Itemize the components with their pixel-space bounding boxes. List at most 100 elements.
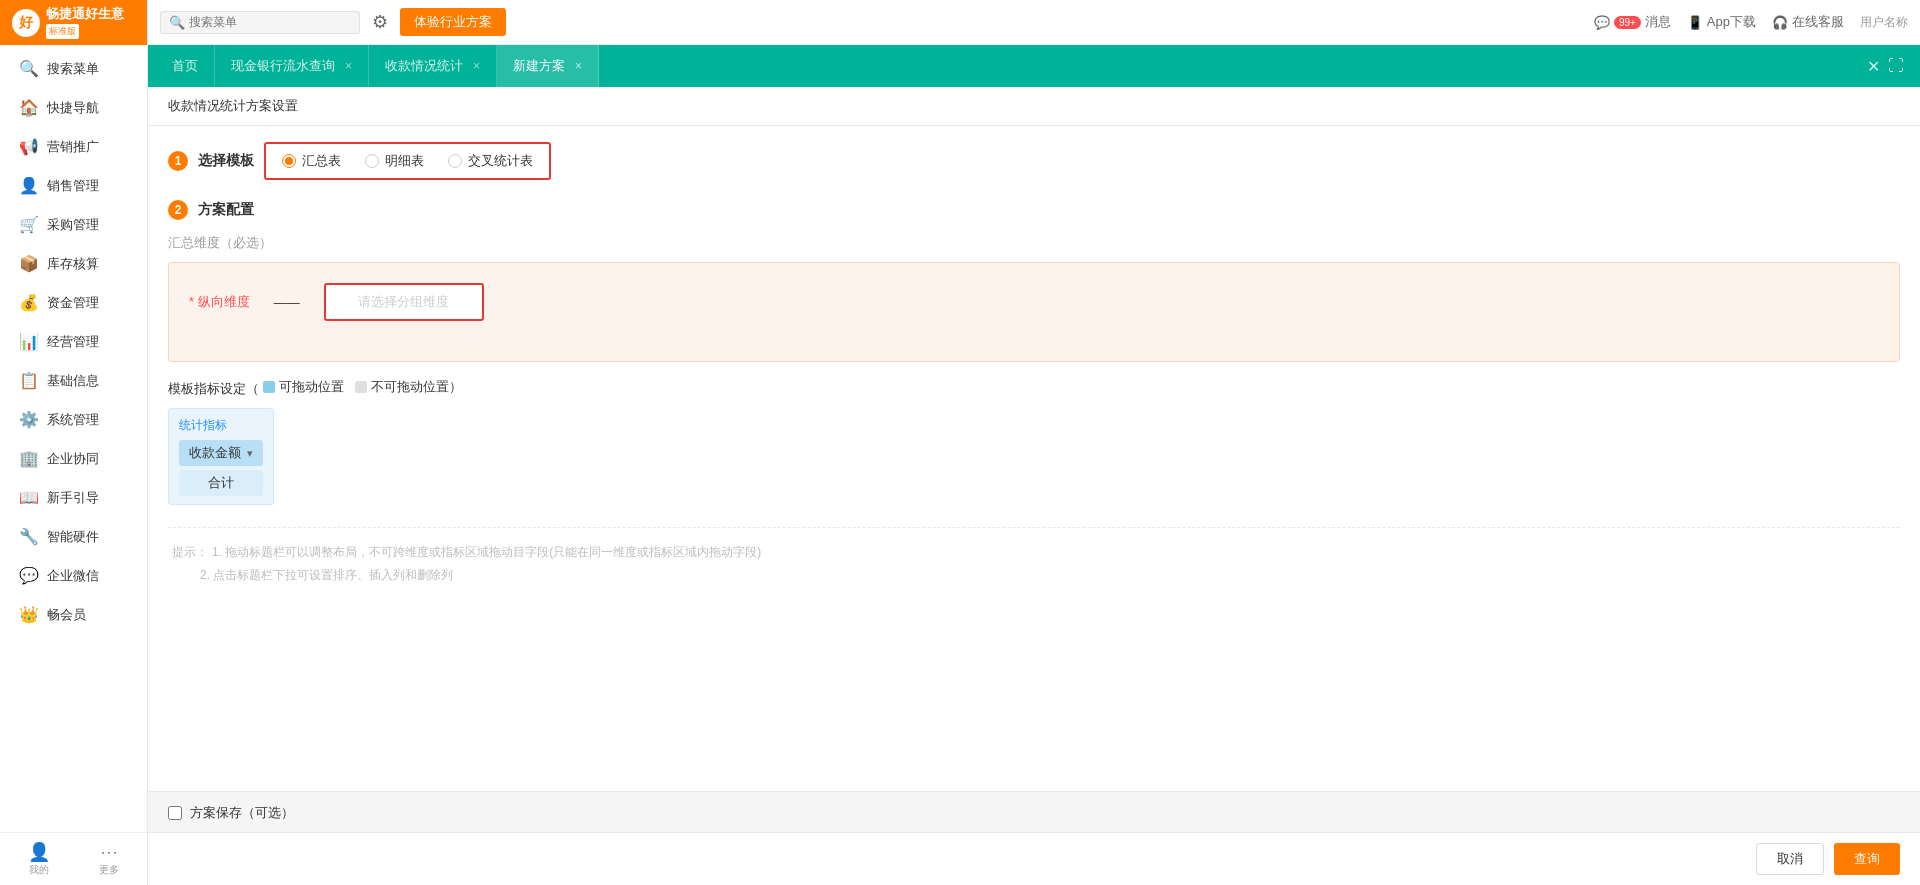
- query-button[interactable]: 查询: [1834, 843, 1900, 875]
- finance-icon: 💰: [19, 293, 39, 312]
- search-icon: 🔍: [19, 59, 39, 78]
- sidebar-item-enterprise[interactable]: 🏢 企业协同: [0, 439, 147, 478]
- footer-bar: 取消 查询: [148, 832, 1920, 885]
- sidebar-item-member[interactable]: 👑 畅会员: [0, 595, 147, 634]
- sidebar-item-marketing[interactable]: 📢 营销推广: [0, 127, 147, 166]
- dimension-row: * 纵向维度 —— 请选择分组维度: [189, 283, 1879, 321]
- radio-summary-label: 汇总表: [302, 152, 341, 170]
- tab-close-window[interactable]: ✕: [1867, 57, 1880, 76]
- indicators-label-row: 模板指标设定（ 可拖动位置 不可拖动位置）: [168, 378, 1900, 398]
- tabbar-actions: ✕ ⛶: [1867, 57, 1912, 76]
- sidebar-item-marketing-label: 营销推广: [47, 138, 99, 156]
- sidebar-item-enterprise-label: 企业协同: [47, 450, 99, 468]
- vertical-dimension-placeholder[interactable]: 请选择分组维度: [324, 283, 484, 321]
- sidebar-item-member-label: 畅会员: [47, 606, 86, 624]
- message-icon: 💬: [1594, 15, 1610, 30]
- sidebar-item-purchase[interactable]: 🛒 采购管理: [0, 205, 147, 244]
- tips-item-1: 1. 拖动标题栏可以调整布局，不可跨维度或指标区域拖动目字段(只能在同一维度或指…: [212, 544, 761, 561]
- service-label: 在线客服: [1792, 13, 1844, 31]
- download-icon: 📱: [1687, 15, 1703, 30]
- sidebar-item-sales[interactable]: 👤 销售管理: [0, 166, 147, 205]
- tab-cashflow[interactable]: 现金银行流水查询 ×: [215, 45, 369, 87]
- hardware-icon: 🔧: [19, 527, 39, 546]
- sidebar-nav: 🔍 搜索菜单 🏠 快捷导航 📢 营销推广 👤 销售管理 🛒 采购管理 📦 库存核…: [0, 45, 147, 832]
- notification-item[interactable]: 💬 99+ 消息: [1594, 13, 1671, 31]
- tab-cashflow-close[interactable]: ×: [345, 59, 352, 73]
- indicator-tag-amount-label: 收款金额: [189, 444, 241, 462]
- sales-icon: 👤: [19, 176, 39, 195]
- operations-icon: 📊: [19, 332, 39, 351]
- tab-newplan[interactable]: 新建方案 ×: [497, 45, 599, 87]
- sidebar-item-inventory-label: 库存核算: [47, 255, 99, 273]
- tab-expand[interactable]: ⛶: [1888, 57, 1904, 76]
- sidebar-item-guide[interactable]: 📖 新手引导: [0, 478, 147, 517]
- tips-item-2: 2. 点击标题栏下拉可设置排序、插入列和删除列: [200, 568, 453, 582]
- notification-badge: 99+: [1614, 16, 1641, 29]
- edition-badge: 标准版: [46, 24, 79, 39]
- sidebar-item-system[interactable]: ⚙️ 系统管理: [0, 400, 147, 439]
- save-checkbox[interactable]: [168, 806, 182, 820]
- sidebar-item-inventory[interactable]: 📦 库存核算: [0, 244, 147, 283]
- content-area: 收款情况统计方案设置 1 选择模板 汇总表 明细表: [148, 87, 1920, 832]
- indicator-tag-amount[interactable]: 收款金额 ▾: [179, 440, 263, 466]
- step1-header: 1 选择模板 汇总表 明细表: [168, 142, 1900, 180]
- draggable-label: 可拖动位置: [279, 378, 344, 396]
- indicators-main-label: 模板指标设定（ 可拖动位置 不可拖动位置）: [168, 378, 462, 398]
- sidebar-item-finance[interactable]: 💰 资金管理: [0, 283, 147, 322]
- vertical-placeholder-text: 请选择分组维度: [358, 294, 449, 309]
- sidebar-logo: 好 畅捷通好生意 标准版: [0, 0, 147, 45]
- sidebar-item-wechat[interactable]: 💬 企业微信: [0, 556, 147, 595]
- download-item[interactable]: 📱 App下载: [1687, 13, 1756, 31]
- topbar-right: 💬 99+ 消息 📱 App下载 🎧 在线客服 用户名称: [1594, 13, 1908, 31]
- footer-more[interactable]: ⋯ 更多: [99, 841, 119, 877]
- radio-cross-label: 交叉统计表: [468, 152, 533, 170]
- sidebar-item-operations-label: 经营管理: [47, 333, 99, 351]
- sidebar-item-quicknav-label: 快捷导航: [47, 99, 99, 117]
- app-name: 畅捷通好生意: [46, 6, 124, 22]
- sidebar-item-basic[interactable]: 📋 基础信息: [0, 361, 147, 400]
- step1-section: 1 选择模板 汇总表 明细表: [168, 142, 1900, 180]
- radio-detail-circle: [365, 154, 379, 168]
- dimension-arrow: ——: [274, 295, 300, 310]
- tab-newplan-close[interactable]: ×: [575, 59, 582, 73]
- settings-icon[interactable]: ⚙: [372, 11, 388, 33]
- cancel-button[interactable]: 取消: [1756, 843, 1824, 875]
- sidebar-item-search[interactable]: 🔍 搜索菜单: [0, 49, 147, 88]
- sidebar-item-operations[interactable]: 📊 经营管理: [0, 322, 147, 361]
- page-header: 收款情况统计方案设置: [148, 87, 1920, 126]
- radio-detail[interactable]: 明细表: [365, 152, 424, 170]
- search-icon-topbar: 🔍: [169, 15, 185, 30]
- tab-home[interactable]: 首页: [156, 45, 215, 87]
- radio-cross[interactable]: 交叉统计表: [448, 152, 533, 170]
- guide-icon: 📖: [19, 488, 39, 507]
- service-item[interactable]: 🎧 在线客服: [1772, 13, 1844, 31]
- template-options: 汇总表 明细表 交叉统计表: [264, 142, 551, 180]
- footer-user[interactable]: 👤 我的: [28, 841, 50, 877]
- sidebar-item-hardware[interactable]: 🔧 智能硬件: [0, 517, 147, 556]
- step2-header: 2 方案配置: [168, 200, 1900, 220]
- sidebar-item-wechat-label: 企业微信: [47, 567, 99, 585]
- tab-receipts-label: 收款情况统计: [385, 57, 463, 75]
- save-label: 方案保存（可选）: [190, 804, 294, 822]
- trial-button[interactable]: 体验行业方案: [400, 8, 506, 36]
- sidebar-item-purchase-label: 采购管理: [47, 216, 99, 234]
- breadcrumb: 收款情况统计方案设置: [168, 98, 298, 113]
- topbar-search-container[interactable]: 🔍: [160, 11, 360, 34]
- dimension-area: * 纵向维度 —— 请选择分组维度: [168, 262, 1900, 362]
- enterprise-icon: 🏢: [19, 449, 39, 468]
- username-display: 用户名称: [1860, 14, 1908, 31]
- tab-receipts-close[interactable]: ×: [473, 59, 480, 73]
- indicator-tag-container: 统计指标 收款金额 ▾ 合计: [168, 408, 274, 505]
- step2-title: 方案配置: [198, 201, 254, 219]
- radio-summary-circle: [282, 154, 296, 168]
- radio-detail-label: 明细表: [385, 152, 424, 170]
- search-input[interactable]: [189, 15, 329, 29]
- vertical-dimension-label: * 纵向维度: [189, 293, 250, 311]
- system-icon: ⚙️: [19, 410, 39, 429]
- radio-summary[interactable]: 汇总表: [282, 152, 341, 170]
- sidebar-item-system-label: 系统管理: [47, 411, 99, 429]
- indicator-subtag-label: 合计: [208, 475, 234, 490]
- sidebar-item-quicknav[interactable]: 🏠 快捷导航: [0, 88, 147, 127]
- tab-receipts[interactable]: 收款情况统计 ×: [369, 45, 497, 87]
- tips-title: 提示：: [172, 544, 208, 561]
